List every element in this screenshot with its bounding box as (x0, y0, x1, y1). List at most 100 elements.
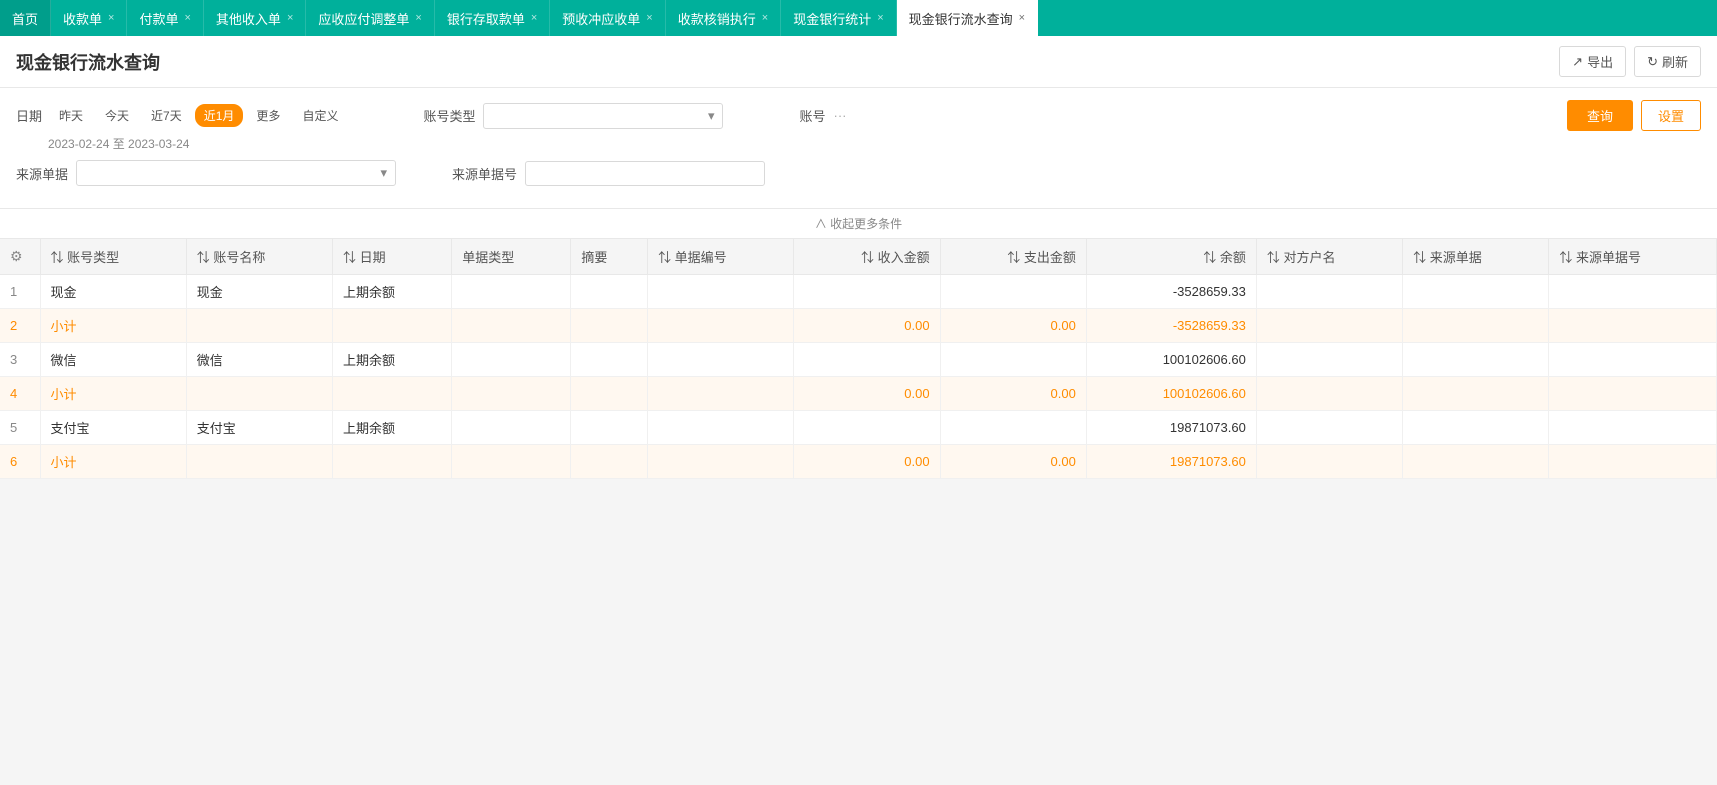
table-row: 3微信微信上期余额100102606.60 (0, 343, 1717, 377)
cell-account-name: 微信 (186, 343, 332, 377)
date-yesterday[interactable]: 昨天 (50, 104, 92, 127)
th-counterpart[interactable]: ⇅ 对方户名 (1256, 239, 1402, 275)
receipt-tab-label: 收款单 (63, 9, 102, 28)
header-actions: ↗ 导出 ↻ 刷新 (1559, 46, 1701, 77)
th-doc-number[interactable]: ⇅ 单据编号 (648, 239, 794, 275)
close-icon[interactable]: × (646, 12, 652, 24)
date-range-display: 2023-02-24 至 2023-03-24 (48, 137, 189, 151)
cell-source-doc (1403, 309, 1549, 343)
close-icon[interactable]: × (287, 12, 293, 24)
cell-doc-number (648, 411, 794, 445)
cell-account-name (186, 445, 332, 479)
th-date[interactable]: ⇅ 日期 (333, 239, 452, 275)
th-expense-label: ⇅ 支出金额 (1007, 250, 1076, 265)
th-source-doc-num-label: ⇅ 来源单据号 (1559, 250, 1641, 265)
nav-tab-adjust[interactable]: 应收应付调整单 × (306, 0, 434, 36)
chevron-down-icon: ▾ (708, 108, 715, 124)
date-options: 昨天 今天 近7天 近1月 更多 自定义 (50, 104, 347, 127)
cell-summary (571, 445, 648, 479)
nav-tab-receipt[interactable]: 收款单 × (51, 0, 127, 36)
adjust-tab-label: 应收应付调整单 (318, 9, 409, 28)
cell-source-doc-num (1549, 377, 1717, 411)
flow-query-tab-label: 现金银行流水查询 (909, 9, 1013, 28)
filter-row-1: 日期 昨天 今天 近7天 近1月 更多 自定义 账号类型 ▾ 账号 ··· (16, 100, 1701, 131)
export-button[interactable]: ↗ 导出 (1559, 46, 1626, 77)
cell-expense (940, 343, 1086, 377)
table-row: 2小计0.000.00-3528659.33 (0, 309, 1717, 343)
date-more[interactable]: 更多 (247, 104, 289, 127)
refresh-button[interactable]: ↻ 刷新 (1634, 46, 1701, 77)
account-more-icon[interactable]: ··· (833, 108, 846, 123)
date-1month[interactable]: 近1月 (195, 104, 244, 127)
th-income[interactable]: ⇅ 收入金额 (794, 239, 940, 275)
cell-balance: 19871073.60 (1086, 445, 1256, 479)
th-expense[interactable]: ⇅ 支出金额 (940, 239, 1086, 275)
action-buttons: 查询 设置 (1567, 100, 1701, 131)
th-balance[interactable]: ⇅ 余额 (1086, 239, 1256, 275)
th-account-type[interactable]: ⇅ 账号类型 (40, 239, 186, 275)
other-income-tab-label: 其他收入单 (216, 9, 281, 28)
date-today[interactable]: 今天 (96, 104, 138, 127)
nav-tab-other-income[interactable]: 其他收入单 × (204, 0, 306, 36)
cell-source-doc (1403, 275, 1549, 309)
nav-tab-verification[interactable]: 收款核销执行 × (666, 0, 781, 36)
nav-tab-stats[interactable]: 现金银行统计 × (781, 0, 896, 36)
cell-account-type: 小计 (40, 377, 186, 411)
close-icon[interactable]: × (1019, 12, 1025, 24)
collapse-bar[interactable]: ∧ 收起更多条件 (0, 209, 1717, 239)
close-icon[interactable]: × (184, 12, 190, 24)
th-doc-type: 单据类型 (452, 239, 571, 275)
row-number: 5 (0, 411, 40, 445)
gear-icon[interactable]: ⚙ (10, 248, 23, 264)
cell-counterpart (1256, 411, 1402, 445)
th-income-label: ⇅ 收入金额 (861, 250, 930, 265)
close-icon[interactable]: × (531, 12, 537, 24)
nav-tab-payment[interactable]: 付款单 × (127, 0, 203, 36)
nav-tab-flow-query[interactable]: 现金银行流水查询 × (897, 0, 1038, 36)
page-header: 现金银行流水查询 ↗ 导出 ↻ 刷新 (0, 36, 1717, 88)
nav-tab-home[interactable]: 首页 (0, 0, 51, 36)
table-container: ⚙ ⇅ 账号类型 ⇅ 账号名称 ⇅ 日期 单据类型 摘要 ⇅ 单 (0, 239, 1717, 479)
th-source-doc-num[interactable]: ⇅ 来源单据号 (1549, 239, 1717, 275)
close-icon[interactable]: × (415, 12, 421, 24)
cell-income: 0.00 (794, 309, 940, 343)
nav-tab-prepayment[interactable]: 预收冲应收单 × (550, 0, 665, 36)
source-doc-num-input[interactable] (525, 161, 765, 186)
nav-tab-bank-deposit[interactable]: 银行存取款单 × (435, 0, 550, 36)
refresh-label: 刷新 (1662, 52, 1688, 71)
account-type-select[interactable]: ▾ (483, 103, 723, 129)
th-gear[interactable]: ⚙ (0, 239, 40, 275)
source-doc-select[interactable]: ▾ (76, 160, 396, 186)
close-icon[interactable]: × (877, 12, 883, 24)
cell-account-name: 现金 (186, 275, 332, 309)
account-filter-group: 账号 ··· (799, 106, 846, 125)
account-label: 账号 (799, 106, 825, 125)
date-custom[interactable]: 自定义 (293, 104, 347, 127)
cell-income: 0.00 (794, 445, 940, 479)
cell-counterpart (1256, 377, 1402, 411)
cell-doc-type (452, 411, 571, 445)
cell-balance: 100102606.60 (1086, 377, 1256, 411)
cell-doc-type (452, 275, 571, 309)
query-button[interactable]: 查询 (1567, 100, 1633, 131)
cell-account-name (186, 377, 332, 411)
table-body: 1现金现金上期余额-3528659.332小计0.000.00-3528659.… (0, 275, 1717, 479)
cell-account-type: 微信 (40, 343, 186, 377)
cell-doc-type (452, 377, 571, 411)
cell-account-type: 小计 (40, 309, 186, 343)
cell-doc-number (648, 445, 794, 479)
settings-button[interactable]: 设置 (1641, 100, 1701, 131)
th-doc-number-label: ⇅ 单据编号 (658, 250, 727, 265)
top-nav: 首页 收款单 × 付款单 × 其他收入单 × 应收应付调整单 × 银行存取款单 … (0, 0, 1717, 36)
table-row: 5支付宝支付宝上期余额19871073.60 (0, 411, 1717, 445)
table-row: 1现金现金上期余额-3528659.33 (0, 275, 1717, 309)
close-icon[interactable]: × (108, 12, 114, 24)
th-account-name[interactable]: ⇅ 账号名称 (186, 239, 332, 275)
cell-summary (571, 309, 648, 343)
cell-counterpart (1256, 445, 1402, 479)
close-icon[interactable]: × (762, 12, 768, 24)
th-source-doc[interactable]: ⇅ 来源单据 (1403, 239, 1549, 275)
th-source-doc-label: ⇅ 来源单据 (1413, 250, 1482, 265)
cell-account-name: 支付宝 (186, 411, 332, 445)
date-7days[interactable]: 近7天 (142, 104, 191, 127)
